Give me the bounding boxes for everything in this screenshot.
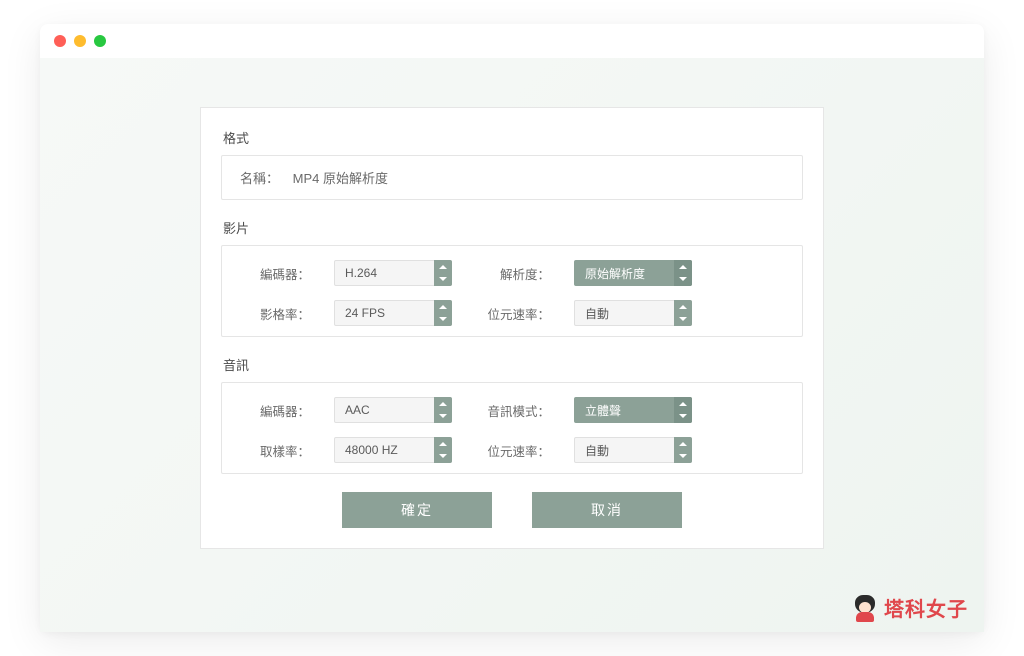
titlebar <box>40 24 984 58</box>
stepper-icon[interactable] <box>674 260 692 286</box>
video-encoder-label: 編碼器： <box>240 264 310 283</box>
stepper-icon[interactable] <box>434 437 452 463</box>
dialog-actions: 確定 取消 <box>221 492 803 528</box>
audio-bitrate-label: 位元速率： <box>478 441 550 460</box>
audio-mode-label: 音訊模式： <box>478 401 550 420</box>
audio-samplerate-select[interactable]: 48000 HZ <box>334 437 452 463</box>
video-fps-label: 影格率： <box>240 304 310 323</box>
ok-button[interactable]: 確定 <box>342 492 492 528</box>
stepper-icon[interactable] <box>434 300 452 326</box>
video-resolution-label: 解析度： <box>478 264 550 283</box>
video-encoder-select[interactable]: H.264 <box>334 260 452 286</box>
format-section-title: 格式 <box>223 128 803 147</box>
audio-box: 編碼器： AAC 音訊模式： 立體聲 取樣率： 48000 HZ 位元速率： <box>221 382 803 474</box>
cancel-button[interactable]: 取消 <box>532 492 682 528</box>
close-icon[interactable] <box>54 35 66 47</box>
audio-samplerate-label: 取樣率： <box>240 441 310 460</box>
avatar-icon <box>850 594 878 622</box>
video-section-title: 影片 <box>223 218 803 237</box>
stepper-icon[interactable] <box>674 300 692 326</box>
format-name-label: 名稱： <box>240 171 279 186</box>
stepper-icon[interactable] <box>434 260 452 286</box>
content-area: 格式 名稱： MP4 原始解析度 影片 編碼器： H.264 解析度： 原始解析… <box>40 58 984 632</box>
format-name-value: MP4 原始解析度 <box>293 171 388 186</box>
maximize-icon[interactable] <box>94 35 106 47</box>
watermark-text: 塔科女子 <box>884 593 968 622</box>
audio-encoder-label: 編碼器： <box>240 401 310 420</box>
audio-mode-select[interactable]: 立體聲 <box>574 397 692 423</box>
video-box: 編碼器： H.264 解析度： 原始解析度 影格率： 24 FPS 位元速率： <box>221 245 803 337</box>
stepper-icon[interactable] <box>674 437 692 463</box>
stepper-icon[interactable] <box>434 397 452 423</box>
app-window: 格式 名稱： MP4 原始解析度 影片 編碼器： H.264 解析度： 原始解析… <box>40 24 984 632</box>
watermark: 塔科女子 <box>850 593 968 622</box>
video-bitrate-select[interactable]: 自動 <box>574 300 692 326</box>
settings-dialog: 格式 名稱： MP4 原始解析度 影片 編碼器： H.264 解析度： 原始解析… <box>200 107 824 549</box>
video-fps-select[interactable]: 24 FPS <box>334 300 452 326</box>
minimize-icon[interactable] <box>74 35 86 47</box>
video-bitrate-label: 位元速率： <box>478 304 550 323</box>
audio-section-title: 音訊 <box>223 355 803 374</box>
video-resolution-select[interactable]: 原始解析度 <box>574 260 692 286</box>
audio-bitrate-select[interactable]: 自動 <box>574 437 692 463</box>
audio-encoder-select[interactable]: AAC <box>334 397 452 423</box>
stepper-icon[interactable] <box>674 397 692 423</box>
format-box: 名稱： MP4 原始解析度 <box>221 155 803 200</box>
